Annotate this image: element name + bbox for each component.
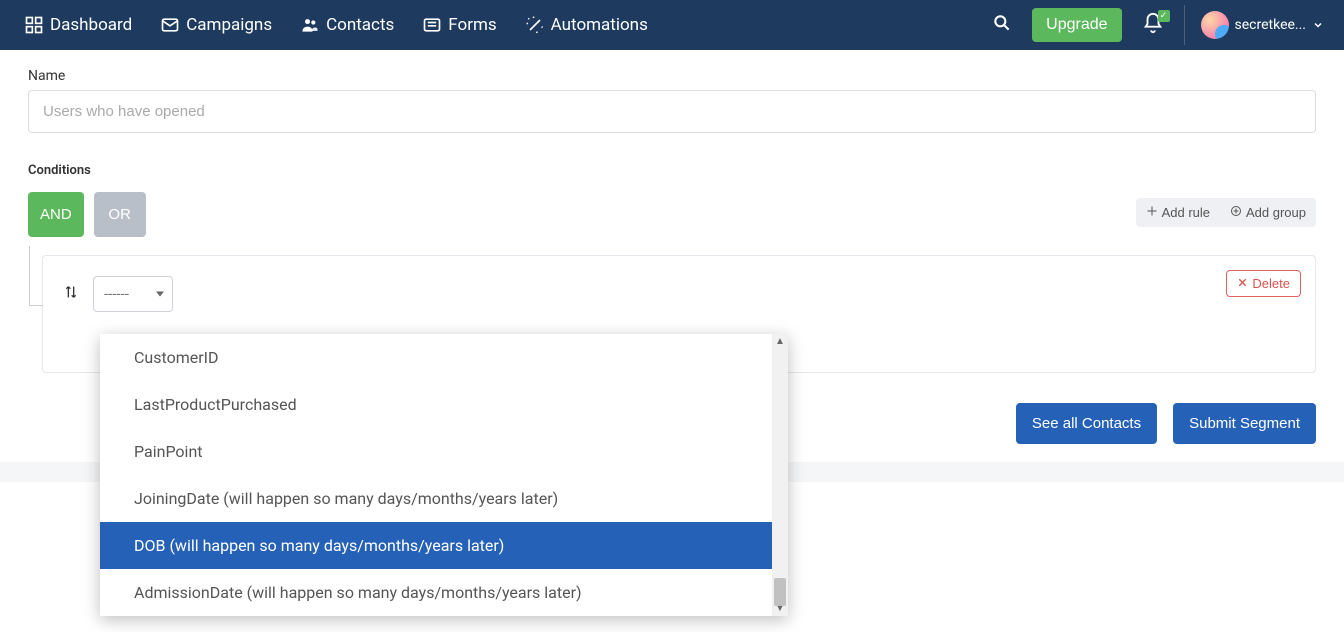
nav-forms[interactable]: Forms bbox=[408, 0, 510, 50]
tree-connector bbox=[29, 246, 43, 306]
nav-automations[interactable]: Automations bbox=[511, 0, 662, 50]
nav-label: Dashboard bbox=[50, 15, 132, 35]
dropdown-option[interactable]: AdmissionDate (will happen so many days/… bbox=[100, 569, 788, 616]
search-button[interactable] bbox=[978, 0, 1026, 50]
scroll-thumb[interactable] bbox=[774, 578, 786, 606]
form-icon bbox=[422, 15, 442, 35]
drag-handle-icon[interactable] bbox=[59, 284, 83, 304]
name-input[interactable] bbox=[28, 90, 1316, 133]
nav-label: Campaigns bbox=[186, 15, 272, 35]
nav-campaigns[interactable]: Campaigns bbox=[146, 0, 286, 50]
mail-icon bbox=[160, 15, 180, 35]
username-label: secretkee... bbox=[1235, 17, 1306, 33]
nav-label: Forms bbox=[448, 15, 496, 35]
add-rule-button[interactable]: Add rule bbox=[1136, 198, 1220, 227]
chevron-down-icon bbox=[1312, 19, 1324, 31]
navbar: Dashboard Campaigns Contacts Forms Autom… bbox=[0, 0, 1344, 50]
add-rule-label: Add rule bbox=[1162, 205, 1210, 220]
conditions-label: Conditions bbox=[28, 163, 1316, 178]
dropdown-option[interactable]: JoiningDate (will happen so many days/mo… bbox=[100, 475, 788, 522]
close-icon bbox=[1237, 276, 1248, 291]
caret-down-icon bbox=[156, 292, 164, 297]
add-group-button[interactable]: Add group bbox=[1220, 198, 1316, 227]
people-icon bbox=[300, 15, 320, 35]
check-badge-icon: ✓ bbox=[1158, 10, 1170, 22]
divider bbox=[1184, 5, 1185, 45]
plus-icon bbox=[1146, 205, 1158, 220]
dropdown-option[interactable]: LastProductPurchased bbox=[100, 381, 788, 428]
nav-label: Contacts bbox=[326, 15, 394, 35]
nav-contacts[interactable]: Contacts bbox=[286, 0, 408, 50]
nav-label: Automations bbox=[551, 15, 648, 35]
or-toggle[interactable]: OR bbox=[94, 192, 146, 237]
delete-label: Delete bbox=[1252, 276, 1290, 291]
name-label: Name bbox=[28, 68, 1316, 84]
add-group-label: Add group bbox=[1246, 205, 1306, 220]
dropdown-option-highlighted[interactable]: DOB (will happen so many days/months/yea… bbox=[100, 522, 788, 569]
dropdown-scrollbar[interactable]: ▲ ▼ bbox=[772, 334, 788, 616]
search-icon bbox=[992, 13, 1012, 37]
user-menu[interactable]: secretkee... bbox=[1191, 11, 1334, 39]
notifications-button[interactable]: ✓ bbox=[1128, 0, 1178, 50]
upgrade-button[interactable]: Upgrade bbox=[1032, 8, 1121, 42]
delete-rule-button[interactable]: Delete bbox=[1226, 270, 1301, 297]
boolean-toggle-group: AND OR bbox=[28, 192, 1316, 237]
select-value: ------ bbox=[104, 285, 129, 303]
nav-dashboard[interactable]: Dashboard bbox=[10, 0, 146, 50]
field-dropdown: CustomerID LastProductPurchased PainPoin… bbox=[100, 334, 788, 616]
wand-icon bbox=[525, 15, 545, 35]
and-toggle[interactable]: AND bbox=[28, 192, 84, 237]
submit-segment-button[interactable]: Submit Segment bbox=[1173, 403, 1316, 444]
scroll-up-icon[interactable]: ▲ bbox=[775, 334, 785, 349]
field-select[interactable]: ------ bbox=[93, 276, 173, 312]
dashboard-icon bbox=[24, 15, 44, 35]
see-all-contacts-button[interactable]: See all Contacts bbox=[1016, 403, 1157, 444]
dropdown-option[interactable]: CustomerID bbox=[100, 334, 788, 381]
dropdown-option[interactable]: PainPoint bbox=[100, 428, 788, 475]
avatar bbox=[1201, 11, 1229, 39]
plus-circle-icon bbox=[1230, 205, 1242, 220]
